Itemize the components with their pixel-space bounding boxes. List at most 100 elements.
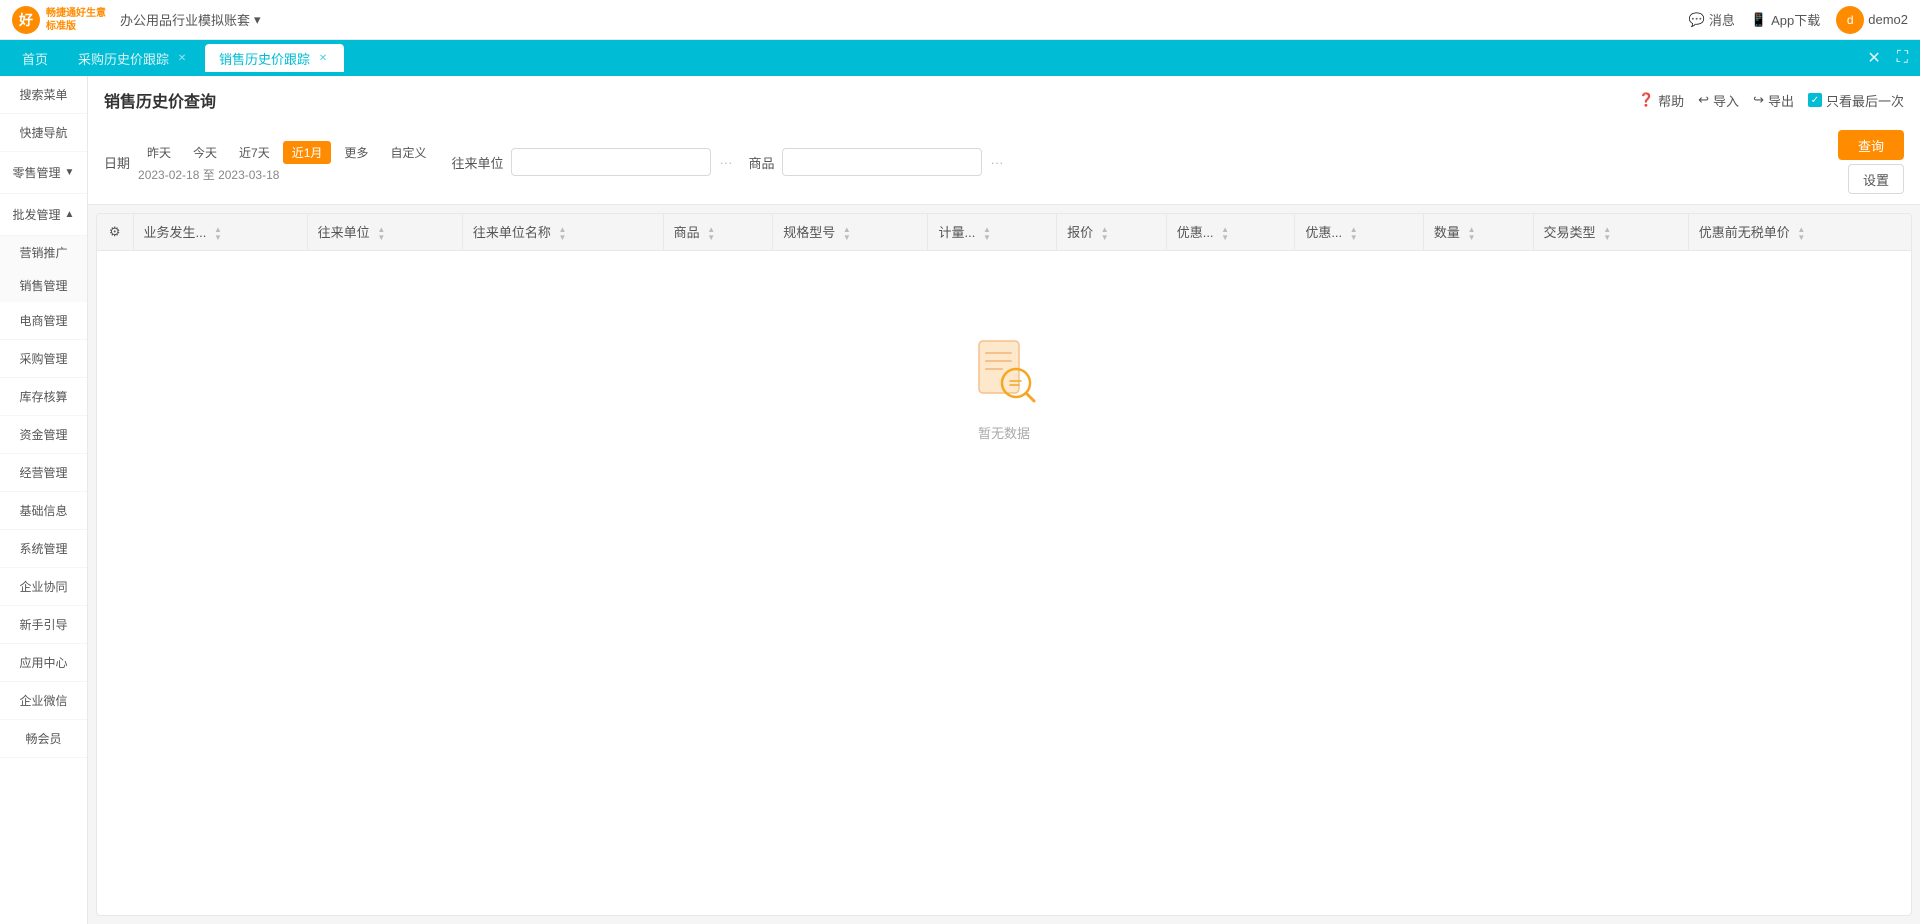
- checkbox-icon: ✓: [1808, 93, 1822, 107]
- col-quantity[interactable]: 数量 ▲▼: [1423, 214, 1533, 250]
- sort-arrows-spec: ▲▼: [843, 226, 851, 242]
- sidebar-item-new-guide[interactable]: 新手引导: [0, 606, 87, 644]
- enterprise-wechat-label: 企业微信: [19, 692, 67, 709]
- sort-arrows-unit: ▲▼: [983, 226, 991, 242]
- tab-sales-history[interactable]: 销售历史价跟踪 ✕: [205, 44, 344, 72]
- product-label: 商品: [748, 153, 774, 172]
- date-btn-more[interactable]: 更多: [335, 141, 377, 164]
- sidebar-item-purchase-mgmt[interactable]: 采购管理: [0, 340, 87, 378]
- date-range-text: 2023-02-18 至 2023-03-18: [138, 166, 435, 183]
- settings-button[interactable]: 设置: [1848, 164, 1904, 194]
- sidebar-item-sales-mgmt[interactable]: 销售管理: [0, 269, 87, 302]
- sidebar-item-system-mgmt[interactable]: 系统管理: [0, 530, 87, 568]
- tab-sales-history-label: 销售历史价跟踪: [219, 49, 310, 68]
- only-last-checkbox[interactable]: ✓ 只看最后一次: [1808, 91, 1904, 110]
- col-discount2[interactable]: 优惠... ▲▼: [1295, 214, 1424, 250]
- member-club-label: 畅会员: [25, 730, 61, 747]
- sidebar-item-ecommerce-mgmt[interactable]: 电商管理: [0, 302, 87, 340]
- col-partner-name-label: 往来单位名称: [473, 225, 551, 240]
- sidebar-item-marketing-promo[interactable]: 营销推广: [0, 236, 87, 269]
- sidebar-item-app-center[interactable]: 应用中心: [0, 644, 87, 682]
- date-btn-7days[interactable]: 近7天: [230, 141, 279, 164]
- enterprise-collab-label: 企业协同: [19, 578, 67, 595]
- sidebar-item-inventory-check[interactable]: 库存核算: [0, 378, 87, 416]
- data-table: ⚙ 业务发生... ▲▼ 往来单位 ▲▼ 往来单位名称 ▲▼: [97, 214, 1911, 522]
- product-more-icon[interactable]: ···: [990, 155, 1003, 170]
- sidebar-item-member-club[interactable]: 畅会员: [0, 720, 87, 758]
- tab-close-all-icon[interactable]: ✕: [1863, 44, 1884, 72]
- col-spec[interactable]: 规格型号 ▲▼: [773, 214, 928, 250]
- ecommerce-mgmt-label: 电商管理: [19, 312, 67, 329]
- partner-filter-group: 往来单位 ···: [451, 148, 732, 176]
- tab-maximize-icon[interactable]: ⛶: [1893, 45, 1912, 71]
- import-icon: ↩: [1698, 92, 1709, 108]
- col-quoted-price[interactable]: 报价 ▲▼: [1057, 214, 1167, 250]
- search-button[interactable]: 查询: [1838, 130, 1904, 160]
- sidebar-item-retail-mgmt[interactable]: 零售管理 ▼: [0, 152, 87, 194]
- tab-sales-history-close[interactable]: ✕: [316, 51, 330, 65]
- col-discount1[interactable]: 优惠... ▲▼: [1166, 214, 1295, 250]
- product-input[interactable]: [782, 148, 982, 176]
- col-trade-type[interactable]: 交易类型 ▲▼: [1533, 214, 1688, 250]
- tab-purchase-history-close[interactable]: ✕: [175, 51, 189, 65]
- sidebar-item-finance-mgmt[interactable]: 资金管理: [0, 416, 87, 454]
- col-discount2-label: 优惠...: [1305, 225, 1342, 240]
- sidebar-item-basic-info[interactable]: 基础信息: [0, 492, 87, 530]
- col-biz-date-label: 业务发生...: [144, 225, 207, 240]
- sidebar: 搜索菜单 快捷导航 零售管理 ▼ 批发管理 ▲ 营销推广 销售管理 电商管理 采…: [0, 76, 88, 924]
- wholesale-mgmt-arrow-icon: ▲: [65, 209, 75, 220]
- date-btn-custom[interactable]: 自定义: [381, 141, 435, 164]
- col-pre-tax-price[interactable]: 优惠前无税单价 ▲▼: [1688, 214, 1911, 250]
- app-download-button[interactable]: 📱 App下载: [1751, 10, 1820, 29]
- operation-mgmt-label: 经营管理: [19, 464, 67, 481]
- sort-arrows-pre-tax-price: ▲▼: [1797, 226, 1805, 242]
- col-spec-label: 规格型号: [783, 225, 835, 240]
- col-product[interactable]: 商品 ▲▼: [663, 214, 773, 250]
- tab-home-label: 首页: [22, 49, 48, 68]
- col-partner-name[interactable]: 往来单位名称 ▲▼: [462, 214, 663, 250]
- date-options: 昨天 今天 近7天 近1月 更多 自定义: [138, 141, 435, 164]
- export-label: 导出: [1768, 91, 1794, 110]
- partner-input[interactable]: [511, 148, 711, 176]
- tab-home[interactable]: 首页: [8, 44, 62, 72]
- sidebar-item-enterprise-wechat[interactable]: 企业微信: [0, 682, 87, 720]
- user-profile-button[interactable]: d demo2: [1836, 6, 1908, 34]
- logo-area: 好 畅捷通好生意 标准版: [12, 6, 106, 34]
- workspace-selector[interactable]: 办公用品行业模拟账套 ▾: [114, 8, 267, 31]
- page-header: 销售历史价查询 ❓ 帮助 ↩ 导入 ↪ 导出 ✓: [88, 76, 1920, 205]
- col-unit[interactable]: 计量... ▲▼: [928, 214, 1057, 250]
- export-button[interactable]: ↪ 导出: [1753, 91, 1794, 110]
- avatar-initial: d: [1847, 13, 1854, 27]
- only-last-label: 只看最后一次: [1826, 91, 1904, 110]
- sidebar-item-enterprise-collab[interactable]: 企业协同: [0, 568, 87, 606]
- new-guide-label: 新手引导: [19, 616, 67, 633]
- partner-more-icon[interactable]: ···: [719, 155, 732, 170]
- message-label: 消息: [1709, 10, 1735, 29]
- basic-info-label: 基础信息: [19, 502, 67, 519]
- date-btn-today[interactable]: 今天: [184, 141, 226, 164]
- marketing-promo-label: 营销推广: [19, 246, 67, 260]
- quick-nav-label: 快捷导航: [19, 124, 67, 141]
- sidebar-item-quick-nav[interactable]: 快捷导航: [0, 114, 87, 152]
- sidebar-item-wholesale-mgmt[interactable]: 批发管理 ▲: [0, 194, 87, 236]
- table-container: ⚙ 业务发生... ▲▼ 往来单位 ▲▼ 往来单位名称 ▲▼: [96, 213, 1912, 916]
- partner-label: 往来单位: [451, 153, 503, 172]
- tab-bar-actions: ✕ ⛶: [1863, 44, 1912, 72]
- col-unit-label: 计量...: [938, 225, 975, 240]
- help-button[interactable]: ❓ 帮助: [1638, 91, 1684, 110]
- date-btn-yesterday[interactable]: 昨天: [138, 141, 180, 164]
- col-partner-code-label: 往来单位: [318, 225, 370, 240]
- sidebar-item-operation-mgmt[interactable]: 经营管理: [0, 454, 87, 492]
- page-title-row: 销售历史价查询 ❓ 帮助 ↩ 导入 ↪ 导出 ✓: [104, 88, 1904, 112]
- col-gear[interactable]: ⚙: [97, 214, 133, 250]
- col-partner-code[interactable]: 往来单位 ▲▼: [307, 214, 462, 250]
- filter-action-group: 查询 设置: [1838, 130, 1904, 194]
- top-bar: 好 畅捷通好生意 标准版 办公用品行业模拟账套 ▾ 💬 消息 📱 App下载 d…: [0, 0, 1920, 40]
- date-btn-1month[interactable]: 近1月: [283, 141, 332, 164]
- message-button[interactable]: 💬 消息: [1689, 10, 1735, 29]
- col-quoted-price-label: 报价: [1067, 225, 1093, 240]
- import-button[interactable]: ↩ 导入: [1698, 91, 1739, 110]
- col-biz-date[interactable]: 业务发生... ▲▼: [133, 214, 307, 250]
- sidebar-item-search-menu[interactable]: 搜索菜单: [0, 76, 87, 114]
- tab-purchase-history[interactable]: 采购历史价跟踪 ✕: [64, 44, 203, 72]
